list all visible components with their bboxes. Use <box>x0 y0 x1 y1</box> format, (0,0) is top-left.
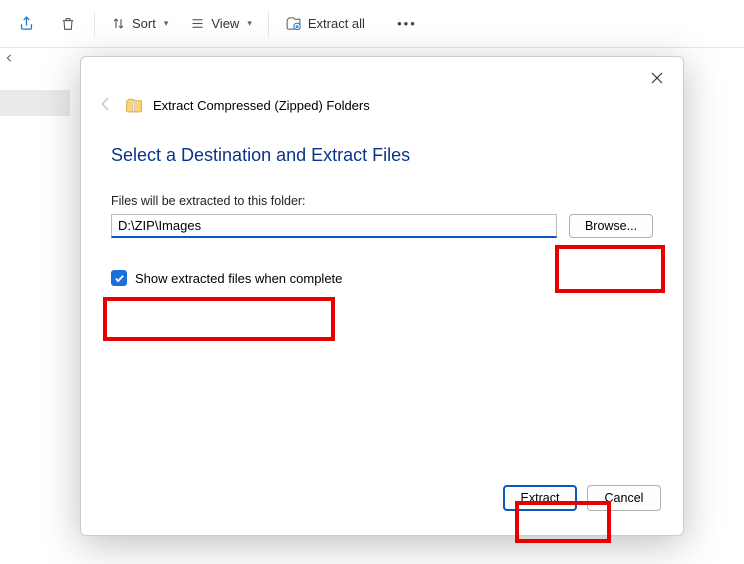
chevron-down-icon: ▾ <box>247 18 252 29</box>
destination-path-input[interactable] <box>111 214 557 238</box>
dialog-header: Extract Compressed (Zipped) Folders <box>97 95 370 116</box>
extract-icon <box>285 15 302 32</box>
annotation-highlight <box>103 297 335 341</box>
sort-button[interactable]: Sort ▾ <box>101 6 178 42</box>
destination-label: Files will be extracted to this folder: <box>111 194 653 208</box>
extract-button[interactable]: Extract <box>503 485 577 511</box>
dialog-body: Select a Destination and Extract Files F… <box>111 145 653 286</box>
sidebar-item-selected[interactable] <box>0 90 70 116</box>
view-button[interactable]: View ▾ <box>180 6 261 42</box>
cancel-button[interactable]: Cancel <box>587 485 661 511</box>
chevron-down-icon: ▾ <box>164 18 169 29</box>
browse-button[interactable]: Browse... <box>569 214 653 238</box>
dialog-title: Extract Compressed (Zipped) Folders <box>153 98 370 113</box>
delete-button[interactable] <box>48 6 88 42</box>
check-icon <box>114 273 125 284</box>
extract-all-label: Extract all <box>308 16 365 31</box>
more-button[interactable]: ••• <box>387 6 427 42</box>
zip-folder-icon <box>125 98 143 114</box>
sort-label: Sort <box>132 16 156 31</box>
show-files-checkbox[interactable] <box>111 270 127 286</box>
nav-collapse-chevron[interactable] <box>0 48 18 68</box>
extract-all-button[interactable]: Extract all <box>275 6 375 42</box>
view-icon <box>190 16 205 31</box>
extract-wizard-dialog: Extract Compressed (Zipped) Folders Sele… <box>80 56 684 536</box>
toolbar-separator <box>94 12 95 36</box>
back-arrow-icon[interactable] <box>97 95 115 116</box>
dialog-heading: Select a Destination and Extract Files <box>111 145 653 166</box>
close-icon <box>651 71 663 87</box>
dialog-footer: Extract Cancel <box>503 485 661 511</box>
show-files-label: Show extracted files when complete <box>135 271 342 286</box>
sort-icon <box>111 16 126 31</box>
close-button[interactable] <box>639 65 675 93</box>
view-label: View <box>211 16 239 31</box>
trash-icon <box>60 16 76 32</box>
more-icon: ••• <box>397 16 417 31</box>
share-button[interactable] <box>6 6 46 42</box>
explorer-toolbar: Sort ▾ View ▾ Extract all ••• <box>0 0 744 48</box>
toolbar-separator <box>268 12 269 36</box>
share-icon <box>18 15 35 32</box>
